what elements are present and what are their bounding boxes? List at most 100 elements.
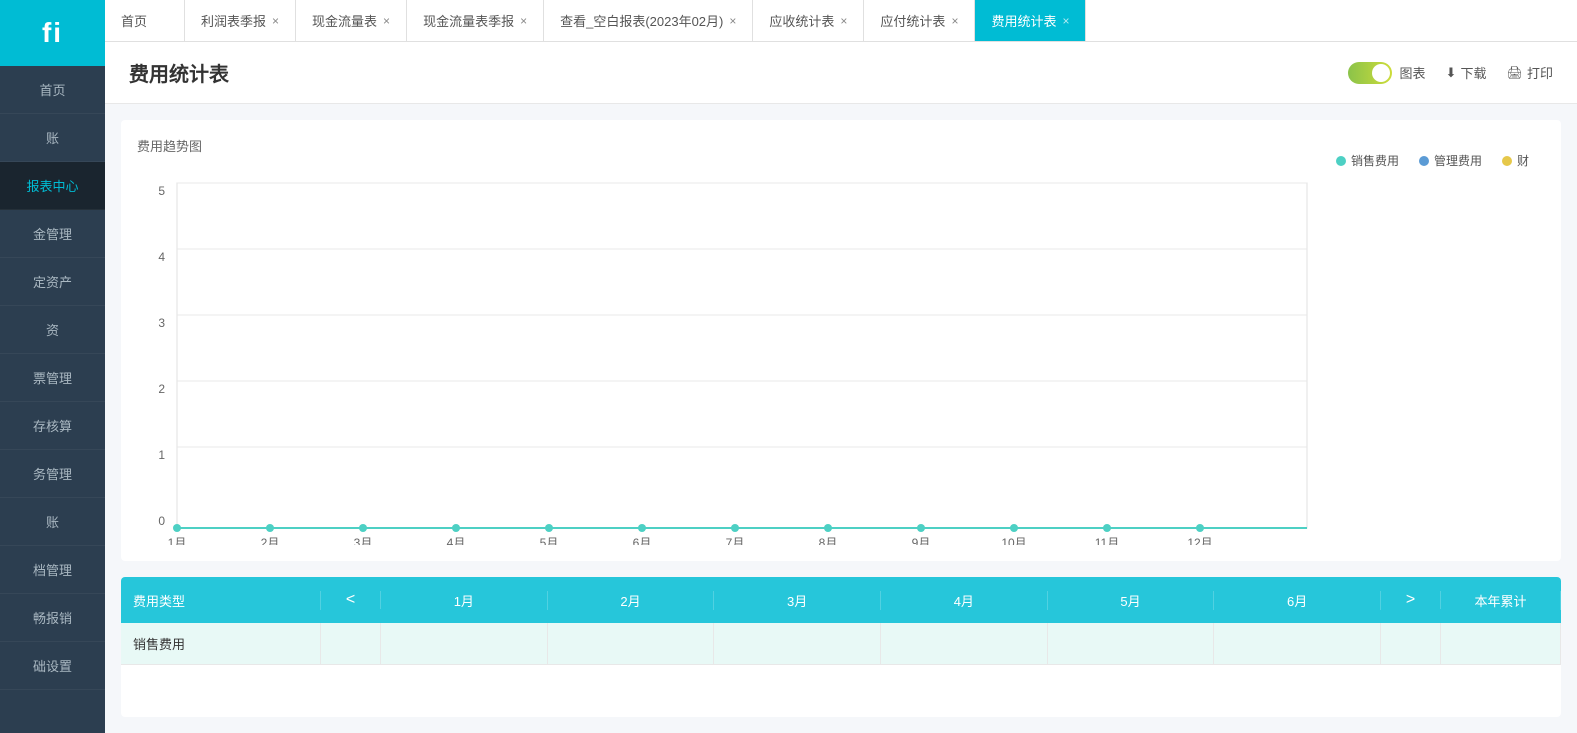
sidebar-item-settings[interactable]: 础设置 (0, 642, 105, 690)
svg-text:5月: 5月 (540, 536, 559, 545)
tab-expense-close[interactable]: × (1062, 14, 1069, 28)
svg-text:8月: 8月 (819, 536, 838, 545)
tab-blank-report[interactable]: 查看_空白报表(2023年02月) × (544, 0, 753, 41)
tab-receivable[interactable]: 应收统计表 × (753, 0, 864, 41)
svg-text:6月: 6月 (633, 536, 652, 545)
print-icon: 🖨 (1506, 65, 1523, 81)
legend-sales-dot (1336, 156, 1346, 166)
tab-cashflow-quarter-label: 现金流量表季报 (423, 11, 514, 30)
download-label: 下载 (1460, 63, 1486, 82)
tab-home-label: 首页 (121, 11, 147, 30)
download-button[interactable]: ⬇ 下载 (1446, 63, 1487, 82)
tab-payable[interactable]: 应付统计表 × (864, 0, 975, 41)
svg-text:1月: 1月 (168, 536, 187, 545)
tab-cashflow-quarter-close[interactable]: × (520, 14, 527, 28)
sidebar-item-inventory[interactable]: 存核算 (0, 402, 105, 450)
tab-blank-report-close[interactable]: × (729, 14, 736, 28)
svg-text:2月: 2月 (261, 536, 280, 545)
sidebar-item-reports[interactable]: 报表中心 (0, 162, 105, 210)
tab-cashflow-label: 现金流量表 (312, 11, 377, 30)
td-m3 (714, 623, 881, 664)
svg-text:11月: 11月 (1095, 536, 1119, 545)
td-m2 (548, 623, 715, 664)
table-row-sales: 销售费用 (121, 623, 1561, 665)
td-m5 (1048, 623, 1215, 664)
tab-profit-quarter-close[interactable]: × (272, 14, 279, 28)
sidebar-item-expense[interactable]: 畅报销 (0, 594, 105, 642)
sidebar-item-capital[interactable]: 资 (0, 306, 105, 354)
tab-profit-quarter[interactable]: 利润表季报 × (185, 0, 296, 41)
td-nav-next (1381, 623, 1441, 664)
download-icon: ⬇ (1446, 65, 1457, 81)
chart-section: 费用趋势图 销售费用 管理费用 财 (121, 120, 1561, 561)
svg-text:7月: 7月 (726, 536, 745, 545)
td-m1 (381, 623, 548, 664)
svg-text:2: 2 (158, 382, 165, 396)
tab-cashflow[interactable]: 现金流量表 × (296, 0, 407, 41)
page-title: 费用统计表 (129, 58, 229, 87)
tab-payable-label: 应付统计表 (880, 11, 945, 30)
page-area: 费用统计表 图表 ⬇ 下载 🖨 打印 (105, 42, 1577, 733)
tab-profit-quarter-label: 利润表季报 (201, 11, 266, 30)
th-type: 费用类型 (121, 591, 321, 610)
sidebar-item-tickets[interactable]: 票管理 (0, 354, 105, 402)
th-next[interactable]: > (1381, 591, 1441, 609)
print-label: 打印 (1527, 63, 1553, 82)
th-month-6: 6月 (1214, 591, 1381, 610)
header-actions: 图表 ⬇ 下载 🖨 打印 (1348, 62, 1553, 84)
td-total (1441, 623, 1561, 664)
print-button[interactable]: 🖨 打印 (1506, 63, 1553, 82)
tab-cashflow-quarter[interactable]: 现金流量表季报 × (407, 0, 544, 41)
sidebar-item-home[interactable]: 首页 (0, 66, 105, 114)
svg-text:12月: 12月 (1187, 536, 1212, 545)
td-nav-prev (321, 623, 381, 664)
th-prev[interactable]: < (321, 591, 381, 609)
svg-text:4: 4 (158, 250, 165, 264)
tab-home[interactable]: 首页 (105, 0, 185, 41)
legend-admin-label: 管理费用 (1434, 152, 1482, 169)
legend-finance: 财 (1502, 152, 1529, 169)
legend-admin: 管理费用 (1419, 152, 1482, 169)
legend-admin-dot (1419, 156, 1429, 166)
toggle-wrapper: 图表 (1348, 62, 1426, 84)
td-type-sales: 销售费用 (121, 623, 321, 664)
tab-bar: 首页 利润表季报 × 现金流量表 × 现金流量表季报 × 查看_空白报表(202… (105, 0, 1577, 42)
app-container: fi 首页 账 报表中心 金管理 定资产 资 票管理 存核算 务管理 账 档管理… (0, 0, 1577, 733)
trend-chart: 5 4 3 2 1 0 (137, 165, 1487, 545)
table-header: 费用类型 < 1月 2月 3月 4月 5月 6月 > 本年累计 (121, 577, 1561, 623)
chart-legend: 销售费用 管理费用 财 (1336, 152, 1529, 169)
legend-sales-label: 销售费用 (1351, 152, 1399, 169)
tab-payable-close[interactable]: × (951, 14, 958, 28)
sidebar-item-archives[interactable]: 档管理 (0, 546, 105, 594)
sidebar-item-account[interactable]: 账 (0, 114, 105, 162)
table-section: 费用类型 < 1月 2月 3月 4月 5月 6月 > 本年累计 销售费用 (121, 577, 1561, 717)
main-content: 首页 利润表季报 × 现金流量表 × 现金流量表季报 × 查看_空白报表(202… (105, 0, 1577, 733)
page-header: 费用统计表 图表 ⬇ 下载 🖨 打印 (105, 42, 1577, 104)
th-month-2: 2月 (548, 591, 715, 610)
legend-finance-label: 财 (1517, 152, 1529, 169)
legend-finance-dot (1502, 156, 1512, 166)
sidebar: fi 首页 账 报表中心 金管理 定资产 资 票管理 存核算 务管理 账 档管理… (0, 0, 105, 733)
sidebar-item-ledger[interactable]: 账 (0, 498, 105, 546)
toggle-label: 图表 (1400, 63, 1426, 82)
tab-receivable-close[interactable]: × (840, 14, 847, 28)
td-m6 (1214, 623, 1381, 664)
tab-expense[interactable]: 费用统计表 × (975, 0, 1086, 41)
svg-text:9月: 9月 (912, 536, 931, 545)
tab-expense-label: 费用统计表 (991, 11, 1056, 30)
tab-blank-report-label: 查看_空白报表(2023年02月) (560, 11, 723, 30)
svg-text:3月: 3月 (354, 536, 373, 545)
svg-text:0: 0 (158, 514, 165, 528)
th-month-4: 4月 (881, 591, 1048, 610)
svg-text:5: 5 (158, 184, 165, 198)
sidebar-item-assets[interactable]: 定资产 (0, 258, 105, 306)
tab-cashflow-close[interactable]: × (383, 14, 390, 28)
chart-toggle[interactable] (1348, 62, 1392, 84)
sidebar-logo: fi (0, 0, 105, 66)
th-month-3: 3月 (714, 591, 881, 610)
chart-title: 费用趋势图 (137, 136, 1545, 155)
sidebar-item-services[interactable]: 务管理 (0, 450, 105, 498)
tab-receivable-label: 应收统计表 (769, 11, 834, 30)
th-month-1: 1月 (381, 591, 548, 610)
sidebar-item-finance[interactable]: 金管理 (0, 210, 105, 258)
